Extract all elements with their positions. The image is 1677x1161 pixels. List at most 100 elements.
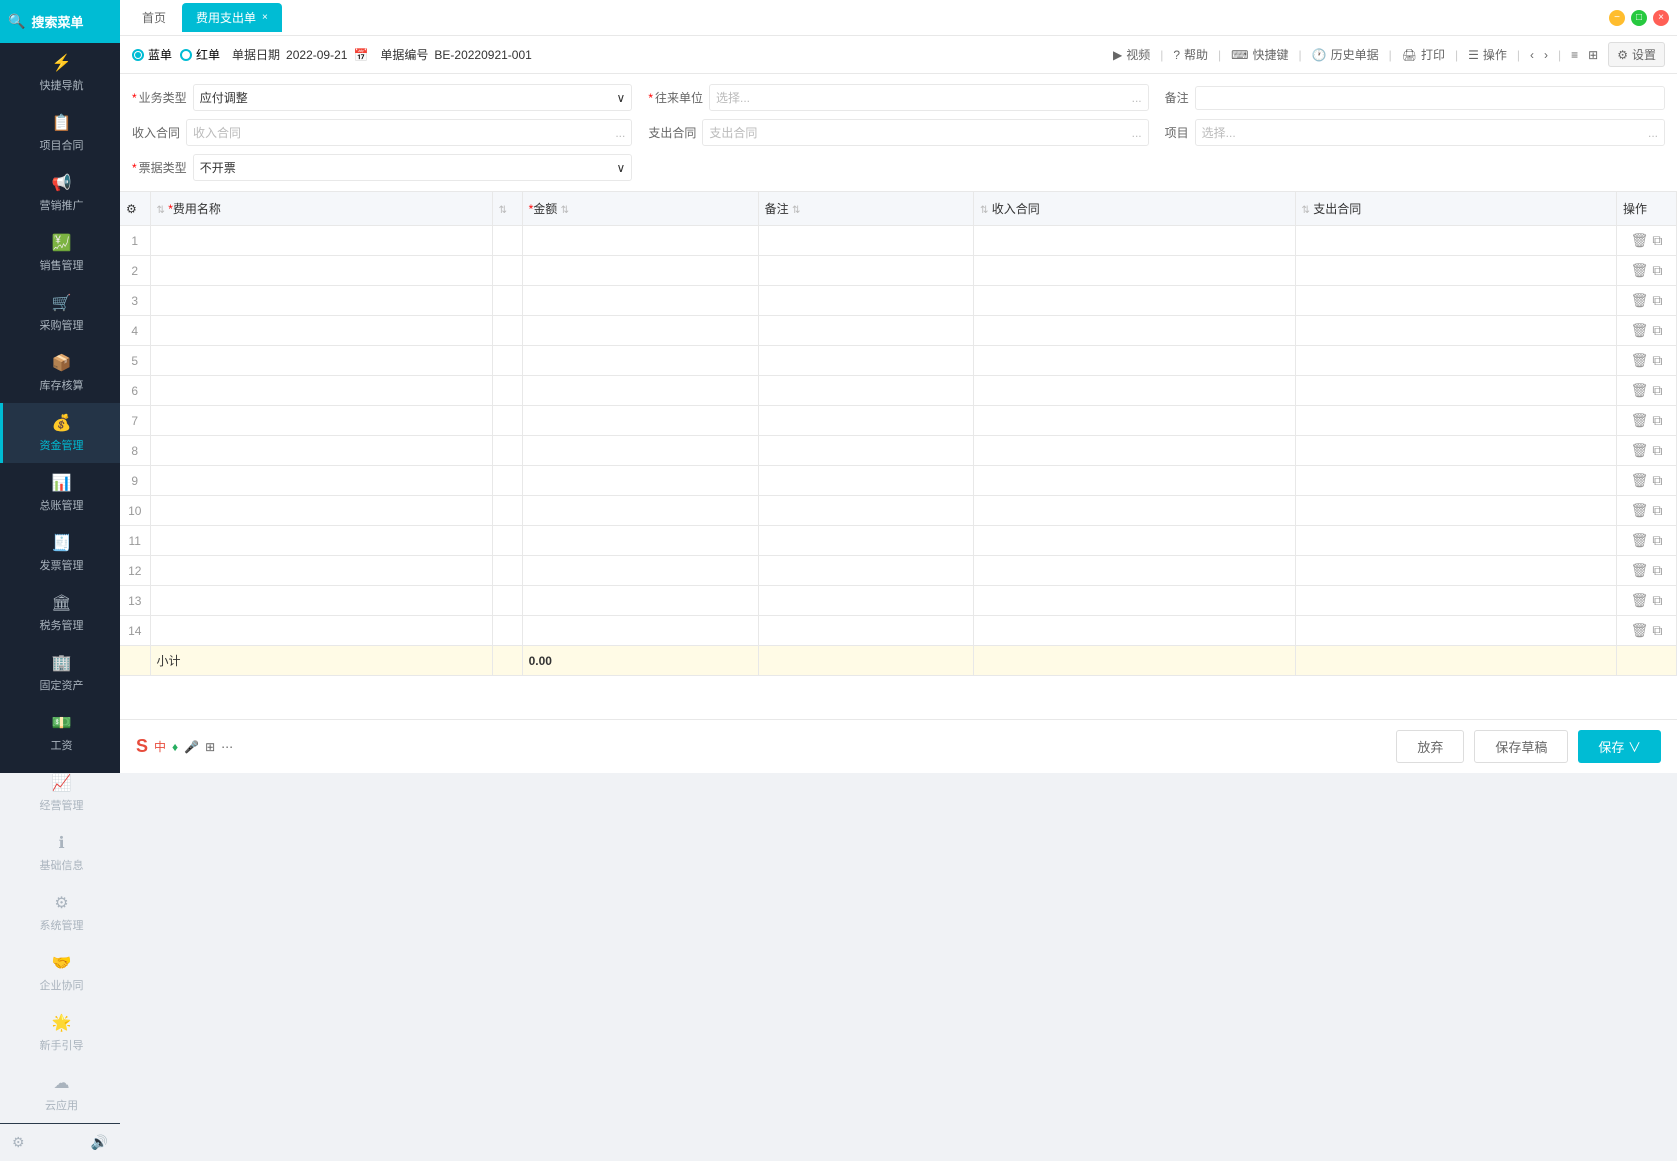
sidebar-item-cloud[interactable]: ☁ 云应用 — [0, 1063, 120, 1123]
save-button[interactable]: 保存 ∨ — [1578, 730, 1661, 763]
note-input[interactable] — [1195, 86, 1665, 110]
search-menu[interactable]: 🔍 搜索菜单 — [0, 0, 120, 43]
settings-button[interactable]: ⚙ 设置 — [1608, 42, 1665, 67]
expense-contract-select[interactable]: 支出合同 ... — [702, 119, 1148, 146]
table-row: 6🗑⧉ — [120, 376, 1677, 406]
delete-icon[interactable]: 🗑 — [1631, 412, 1649, 429]
audio-icon[interactable]: 🔊 — [91, 1134, 108, 1151]
sidebar-item-basic-info[interactable]: ℹ 基础信息 — [0, 823, 120, 883]
save-draft-button[interactable]: 保存草稿 — [1474, 730, 1568, 763]
sidebar-item-label: 快捷导航 — [40, 77, 84, 93]
cell-amount[interactable] — [522, 226, 758, 256]
delete-icon[interactable]: 🗑 — [1631, 562, 1649, 579]
nav-right-btn[interactable]: › — [1544, 48, 1548, 62]
income-contract-select[interactable]: 收入合同 ... — [186, 119, 632, 146]
delete-icon[interactable]: 🗑 — [1631, 592, 1649, 609]
sidebar-item-enterprise[interactable]: 🤝 企业协同 — [0, 943, 120, 1003]
partner-select[interactable]: 选择... ... — [709, 84, 1149, 111]
col-sort[interactable]: ⇅ — [492, 192, 522, 226]
sidebar-item-new-guide[interactable]: 🌟 新手引导 — [0, 1003, 120, 1063]
radio-blue[interactable]: 蓝单 — [132, 46, 172, 63]
sidebar-item-accounting[interactable]: 📊 总账管理 — [0, 463, 120, 523]
discard-button[interactable]: 放弃 — [1396, 730, 1464, 763]
tab-close-icon[interactable]: × — [262, 12, 268, 23]
tab-expense[interactable]: 费用支出单 × — [182, 3, 282, 32]
sidebar-item-inventory[interactable]: 📦 库存核算 — [0, 343, 120, 403]
sidebar-item-label: 企业协同 — [40, 977, 84, 993]
video-btn[interactable]: ▶ 视频 — [1113, 46, 1150, 63]
cell-expense-contract[interactable] — [1295, 226, 1617, 256]
delete-icon[interactable]: 🗑 — [1631, 352, 1649, 369]
cell-expense-name[interactable] — [150, 256, 492, 286]
sidebar-item-quick-nav[interactable]: ⚡ 快捷导航 — [0, 43, 120, 103]
copy-icon[interactable]: ⧉ — [1652, 352, 1662, 369]
settings-gear-icon: ⚙ — [1617, 48, 1628, 62]
copy-icon[interactable]: ⧉ — [1652, 262, 1662, 279]
print-btn[interactable]: 🖨 打印 — [1402, 46, 1445, 63]
sidebar-item-capital[interactable]: 💰 资金管理 — [0, 403, 120, 463]
copy-icon[interactable]: ⧉ — [1652, 232, 1662, 249]
date-value[interactable]: 2022-09-21 — [286, 48, 347, 62]
delete-icon[interactable]: 🗑 — [1631, 382, 1649, 399]
operations-btn[interactable]: ☰ 操作 — [1468, 46, 1507, 63]
col-expense-name: ⇅ *费用名称 — [150, 192, 492, 226]
close-button[interactable]: × — [1653, 10, 1669, 26]
doc-type-radio-group: 蓝单 红单 — [132, 46, 220, 63]
cell-income-contract[interactable] — [974, 226, 1295, 256]
delete-icon[interactable]: 🗑 — [1631, 622, 1649, 639]
delete-icon[interactable]: 🗑 — [1631, 472, 1649, 489]
business-type-value: 应付调整 — [200, 89, 248, 106]
copy-icon[interactable]: ⧉ — [1652, 412, 1662, 429]
sidebar-item-ops[interactable]: 📈 经营管理 — [0, 763, 120, 823]
calendar-icon[interactable]: 📅 — [353, 48, 368, 62]
sidebar-item-marketing[interactable]: 📢 营销推广 — [0, 163, 120, 223]
copy-icon[interactable]: ⧉ — [1652, 532, 1662, 549]
copy-icon[interactable]: ⧉ — [1652, 382, 1662, 399]
tab-home[interactable]: 首页 — [128, 3, 180, 32]
brand-s-icon: S — [136, 736, 148, 757]
settings-bottom-icon[interactable]: ⚙ — [12, 1134, 25, 1151]
sidebar-item-tax[interactable]: 🏛 税务管理 — [0, 583, 120, 643]
grid-view-btn[interactable]: ⊞ — [1588, 48, 1598, 62]
cell-amount[interactable] — [522, 256, 758, 286]
list-view-btn[interactable]: ≡ — [1571, 48, 1578, 62]
subtotal-row: 小计 0.00 — [120, 646, 1677, 676]
help-btn[interactable]: ? 帮助 — [1173, 46, 1208, 63]
shortcuts-btn[interactable]: ⌨ 快捷键 — [1231, 46, 1288, 63]
minimize-button[interactable]: − — [1609, 10, 1625, 26]
copy-icon[interactable]: ⧉ — [1652, 472, 1662, 489]
delete-icon[interactable]: 🗑 — [1631, 442, 1649, 459]
sidebar-item-salary[interactable]: 💵 工资 — [0, 703, 120, 763]
sidebar-item-fixed-assets[interactable]: 🏢 固定资产 — [0, 643, 120, 703]
copy-icon[interactable]: ⧉ — [1652, 322, 1662, 339]
project-select[interactable]: 选择... ... — [1195, 119, 1665, 146]
table-row: 5🗑⧉ — [120, 346, 1677, 376]
sidebar-item-purchase[interactable]: 🛒 采购管理 — [0, 283, 120, 343]
nav-left-btn[interactable]: ‹ — [1530, 48, 1534, 62]
delete-icon[interactable]: 🗑 — [1631, 532, 1649, 549]
sidebar-item-invoice[interactable]: 🧾 发票管理 — [0, 523, 120, 583]
delete-icon[interactable]: 🗑 — [1631, 322, 1649, 339]
delete-icon[interactable]: 🗑 — [1631, 232, 1649, 249]
sidebar-item-project-contract[interactable]: 📋 项目合同 — [0, 103, 120, 163]
history-btn[interactable]: 🕐 历史单据 — [1312, 46, 1379, 63]
delete-icon[interactable]: 🗑 — [1631, 262, 1649, 279]
sidebar-item-sys-mgmt[interactable]: ⚙ 系统管理 — [0, 883, 120, 943]
content-area: 蓝单 红单 单据日期 2022-09-21 📅 单据编号 BE-20220921… — [120, 36, 1677, 773]
copy-icon[interactable]: ⧉ — [1652, 592, 1662, 609]
maximize-button[interactable]: □ — [1631, 10, 1647, 26]
invoice-type-select[interactable]: 不开票 ∨ — [193, 154, 633, 181]
copy-icon[interactable]: ⧉ — [1652, 292, 1662, 309]
cell-note[interactable] — [758, 226, 973, 256]
delete-icon[interactable]: 🗑 — [1631, 292, 1649, 309]
col-settings[interactable]: ⚙ — [120, 192, 150, 226]
radio-red[interactable]: 红单 — [180, 46, 220, 63]
copy-icon[interactable]: ⧉ — [1652, 502, 1662, 519]
copy-icon[interactable]: ⧉ — [1652, 562, 1662, 579]
copy-icon[interactable]: ⧉ — [1652, 622, 1662, 639]
copy-icon[interactable]: ⧉ — [1652, 442, 1662, 459]
sidebar-item-sales[interactable]: 💹 销售管理 — [0, 223, 120, 283]
business-type-select[interactable]: 应付调整 ∨ — [193, 84, 633, 111]
delete-icon[interactable]: 🗑 — [1631, 502, 1649, 519]
cell-expense-name[interactable] — [150, 226, 492, 256]
